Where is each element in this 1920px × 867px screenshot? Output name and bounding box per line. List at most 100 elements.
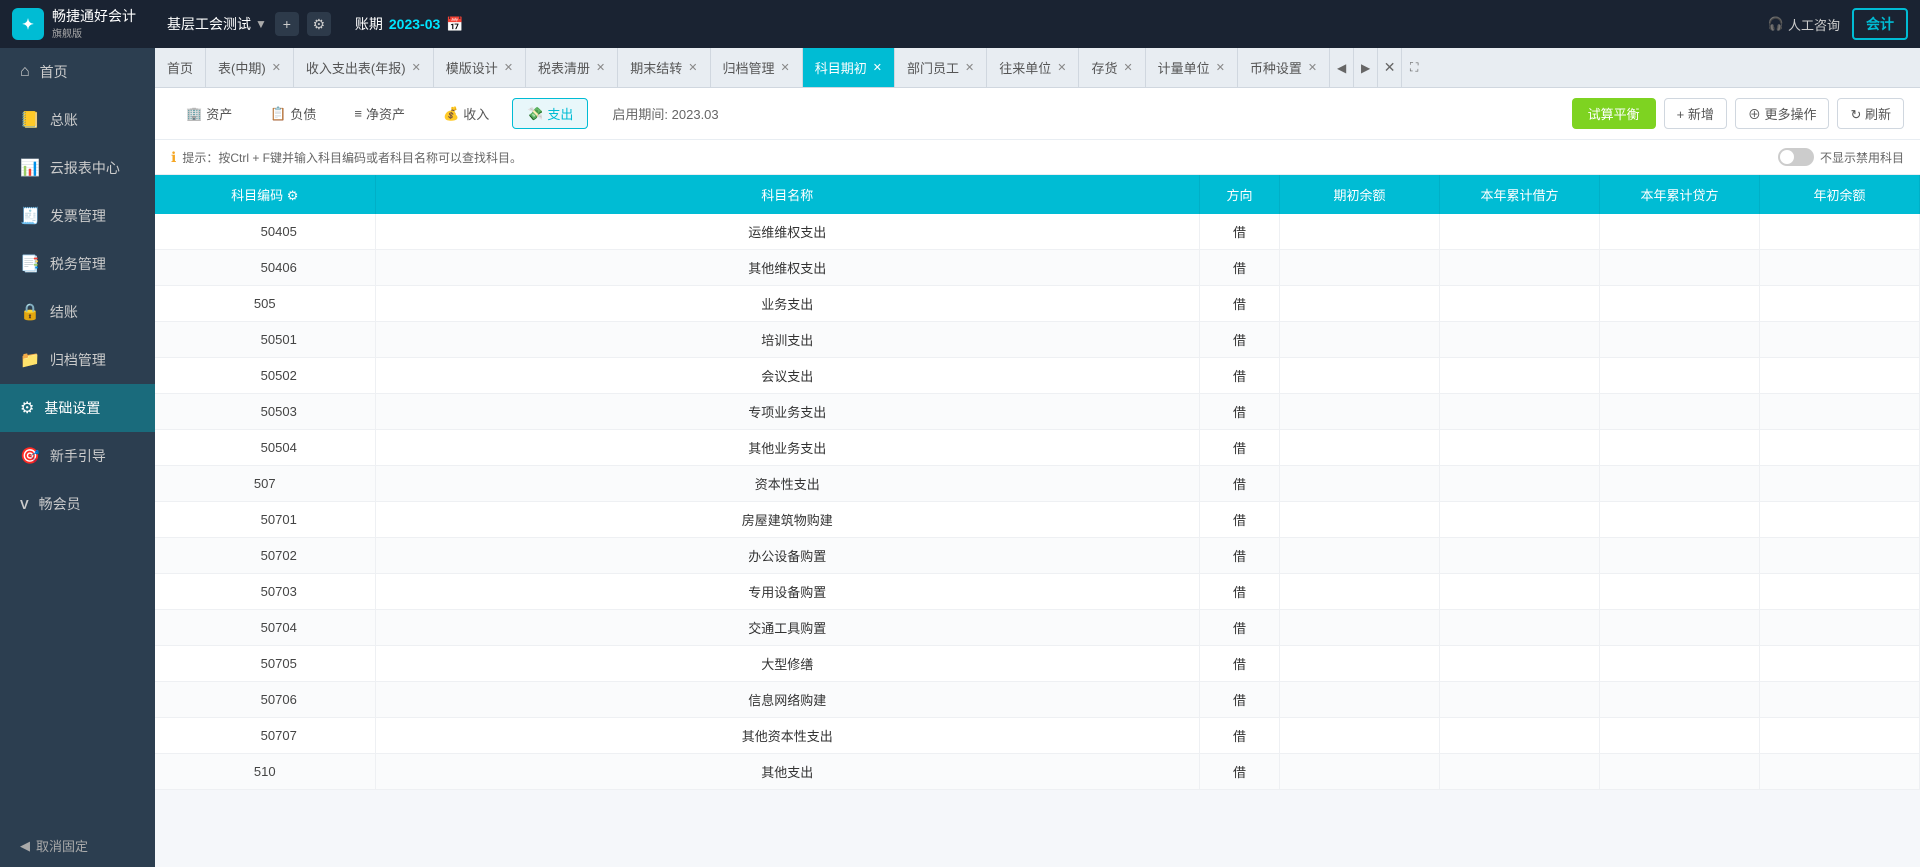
tab-close-dept[interactable]: ✕: [965, 61, 974, 74]
tab-counterparty[interactable]: 往来单位 ✕: [987, 48, 1079, 88]
tab-template[interactable]: 模版设计 ✕: [434, 48, 526, 88]
tab-expand-btn[interactable]: ⛶: [1402, 48, 1426, 88]
table-container: 科目编码 ⚙ 科目名称 方向 期初余额 本年累计借方 本年累计贷方 年初余额 5…: [155, 175, 1920, 867]
content-area: 首页 表(中期) ✕ 收入支出表(年报) ✕ 模版设计 ✕ 税表清册 ✕ 期末结…: [155, 48, 1920, 867]
table-row[interactable]: 50501 培训支出 借: [155, 322, 1920, 358]
tab-close-currency[interactable]: ✕: [1308, 61, 1317, 74]
table-row[interactable]: 510 其他支出 借: [155, 754, 1920, 790]
tab-currency[interactable]: 币种设置 ✕: [1238, 48, 1330, 88]
reports-icon: 📊: [20, 158, 40, 178]
table-row[interactable]: 50502 会议支出 借: [155, 358, 1920, 394]
table-row[interactable]: 50706 信息网络购建 借: [155, 682, 1920, 718]
service-btn[interactable]: 🎧 人工咨询: [1768, 15, 1840, 34]
refresh-btn[interactable]: ↻ 刷新: [1837, 98, 1904, 129]
sidebar-item-home[interactable]: ⌂ 首页: [0, 48, 155, 96]
tab-unit[interactable]: 计量单位 ✕: [1146, 48, 1238, 88]
tab-close-period-end[interactable]: ✕: [688, 61, 697, 74]
sub-tab-liability[interactable]: 📋 负债: [255, 98, 331, 129]
tab-close-archive[interactable]: ✕: [781, 61, 790, 74]
tab-close-subject-period[interactable]: ✕: [873, 61, 882, 74]
cancel-fixed-btn[interactable]: ◀ 取消固定: [0, 824, 155, 867]
tab-balance-mid[interactable]: 表(中期) ✕: [206, 48, 294, 88]
table-row[interactable]: 50705 大型修缮 借: [155, 646, 1920, 682]
table-row[interactable]: 505 业务支出 借: [155, 286, 1920, 322]
table-row[interactable]: 50702 办公设备购置 借: [155, 538, 1920, 574]
tab-income-label: 收入支出表(年报): [306, 58, 406, 77]
cell-balance: [1280, 538, 1440, 574]
sidebar-item-invoice[interactable]: 🧾 发票管理: [0, 192, 155, 240]
tab-close-unit[interactable]: ✕: [1216, 61, 1225, 74]
tab-close-tax[interactable]: ✕: [596, 61, 605, 74]
tab-home[interactable]: 首页: [155, 48, 206, 88]
toolbar-right: 试算平衡 + 新增 ⊕ 更多操作 ↻ 刷新: [1572, 98, 1904, 129]
cell-name: 房屋建筑物购建: [375, 502, 1200, 538]
table-row[interactable]: 50707 其他资本性支出 借: [155, 718, 1920, 754]
table-row[interactable]: 50703 专用设备购置 借: [155, 574, 1920, 610]
sidebar-item-closing[interactable]: 🔒 结账: [0, 288, 155, 336]
cell-dir: 借: [1200, 502, 1280, 538]
cell-code: 50501: [155, 322, 375, 358]
cell-name: 其他维权支出: [375, 250, 1200, 286]
cell-balance: [1280, 430, 1440, 466]
more-btn[interactable]: ⊕ 更多操作: [1735, 98, 1830, 129]
tab-close-balance-mid[interactable]: ✕: [272, 61, 281, 74]
tab-archive[interactable]: 归档管理 ✕: [711, 48, 803, 88]
table-row[interactable]: 50504 其他业务支出 借: [155, 430, 1920, 466]
table-row[interactable]: 50503 专项业务支出 借: [155, 394, 1920, 430]
tab-subject-period[interactable]: 科目期初 ✕: [803, 48, 895, 88]
table-row[interactable]: 50701 房屋建筑物购建 借: [155, 502, 1920, 538]
cell-dir: 借: [1200, 754, 1280, 790]
tab-inventory[interactable]: 存货 ✕: [1079, 48, 1145, 88]
tab-prev-btn[interactable]: ◀: [1330, 48, 1354, 88]
tab-tax[interactable]: 税表清册 ✕: [526, 48, 618, 88]
tab-close-counterparty[interactable]: ✕: [1057, 61, 1066, 74]
cell-code: 50702: [155, 538, 375, 574]
notice-text: 提示：按Ctrl + F键并输入科目编码或者科目名称可以查找科目。: [182, 149, 522, 166]
sub-tab-income[interactable]: 💰 收入: [428, 98, 504, 129]
settings-icon-btn[interactable]: ⚙: [307, 12, 331, 36]
notice-toggle[interactable]: 不显示禁用科目: [1778, 148, 1904, 166]
tab-close-template[interactable]: ✕: [504, 61, 513, 74]
disable-toggle[interactable]: [1778, 148, 1814, 166]
sidebar-item-reports[interactable]: 📊 云报表中心: [0, 144, 155, 192]
tab-period-end[interactable]: 期末结转 ✕: [618, 48, 710, 88]
cell-code: 505: [155, 286, 375, 322]
cell-opening: [1760, 250, 1920, 286]
sidebar-item-member[interactable]: V 畅会员: [0, 480, 155, 528]
sidebar-item-guide[interactable]: 🎯 新手引导: [0, 432, 155, 480]
tab-close-inventory[interactable]: ✕: [1123, 61, 1132, 74]
add-btn[interactable]: + 新增: [1664, 98, 1727, 129]
tab-close-income[interactable]: ✕: [412, 61, 421, 74]
sidebar-item-tax[interactable]: 📑 税务管理: [0, 240, 155, 288]
cell-dir: 借: [1200, 610, 1280, 646]
tab-income[interactable]: 收入支出表(年报) ✕: [294, 48, 434, 88]
sub-tab-expense[interactable]: 💸 支出: [512, 98, 588, 129]
table-row[interactable]: 50405 运维维权支出 借: [155, 214, 1920, 250]
sub-tab-net-asset[interactable]: ≡ 净资产: [339, 98, 420, 129]
table-row[interactable]: 50704 交通工具购置 借: [155, 610, 1920, 646]
tab-next-btn[interactable]: ▶: [1354, 48, 1378, 88]
sidebar-item-ledger[interactable]: 📒 总账: [0, 96, 155, 144]
header-right: 🎧 人工咨询 会计: [1768, 8, 1908, 40]
balance-btn[interactable]: 试算平衡: [1572, 98, 1656, 129]
tab-close-all-btn[interactable]: ✕: [1378, 48, 1402, 88]
table-row[interactable]: 507 资本性支出 借: [155, 466, 1920, 502]
table-row[interactable]: 50406 其他维权支出 借: [155, 250, 1920, 286]
cell-dir: 借: [1200, 646, 1280, 682]
add-tab-btn[interactable]: +: [275, 12, 299, 36]
sub-tab-asset[interactable]: 🏢 资产: [171, 98, 247, 129]
cell-name: 资本性支出: [375, 466, 1200, 502]
kuaiji-btn[interactable]: 会计: [1852, 8, 1908, 40]
company-dropdown-icon[interactable]: ▼: [255, 17, 267, 31]
calendar-icon[interactable]: 📅: [446, 16, 463, 33]
cell-dir: 借: [1200, 322, 1280, 358]
cell-credit: [1600, 286, 1760, 322]
income-icon: 💰: [443, 106, 459, 122]
sidebar-item-archive[interactable]: 📁 归档管理: [0, 336, 155, 384]
cell-dir: 借: [1200, 574, 1280, 610]
tab-dept[interactable]: 部门员工 ✕: [895, 48, 987, 88]
guide-icon: 🎯: [20, 446, 40, 466]
cell-balance: [1280, 394, 1440, 430]
tab-period-end-label: 期末结转: [630, 58, 682, 77]
sidebar-item-settings[interactable]: ⚙ 基础设置: [0, 384, 155, 432]
